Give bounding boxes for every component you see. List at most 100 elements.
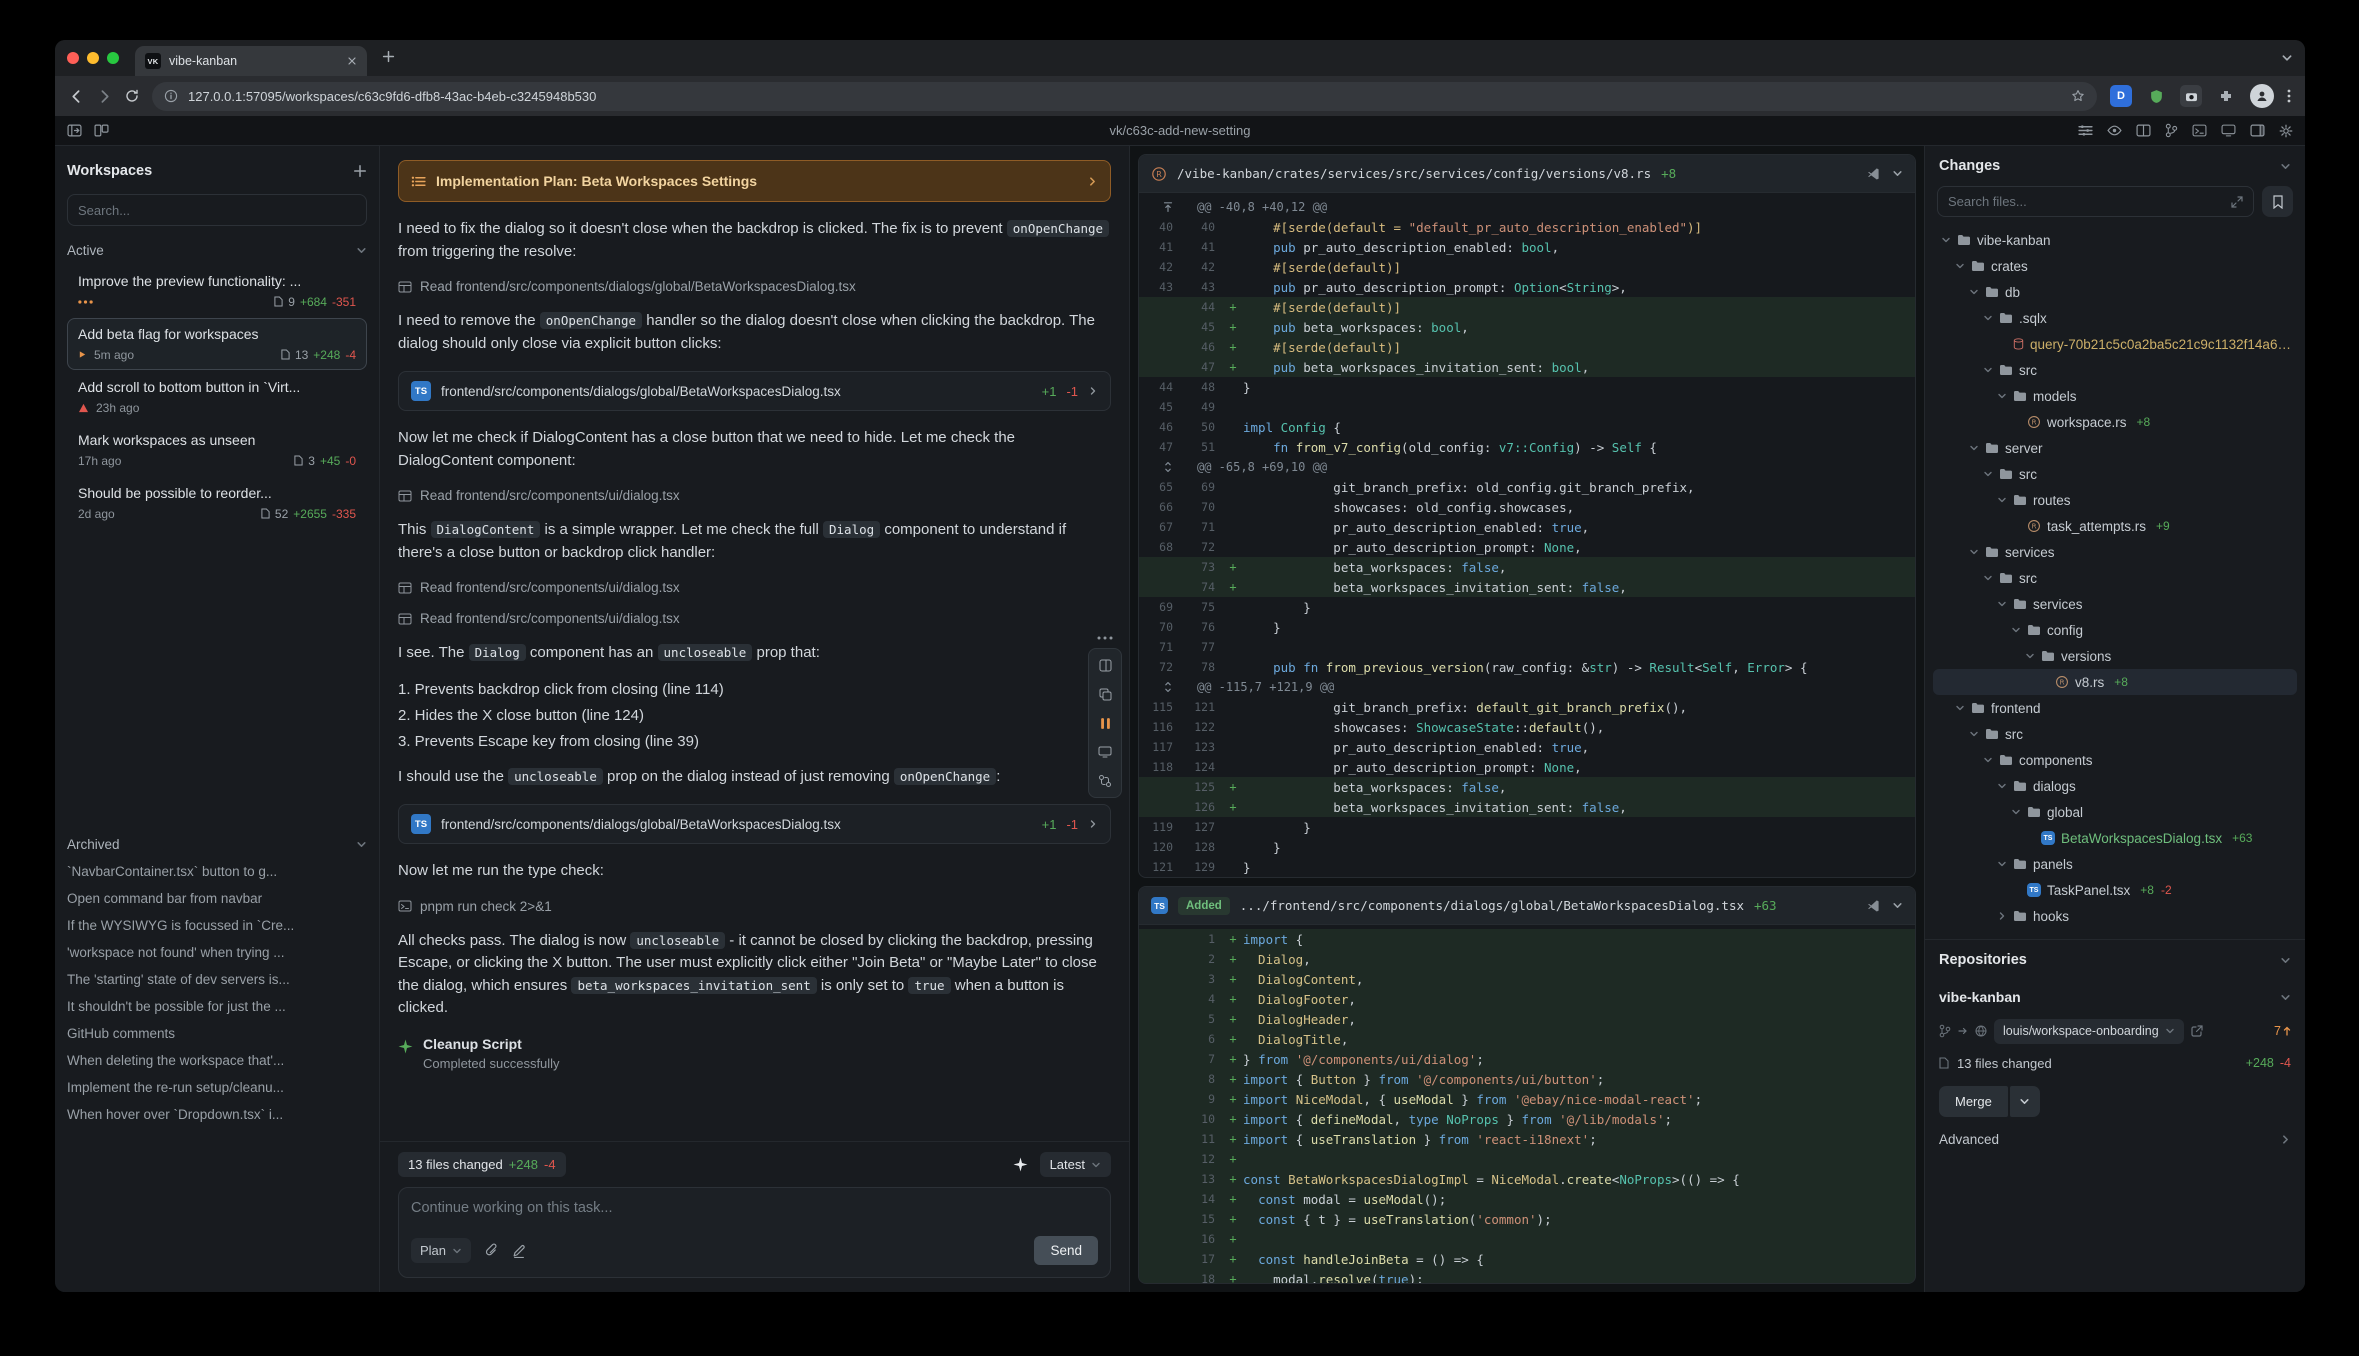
site-info-icon[interactable] <box>164 89 178 103</box>
message-input[interactable]: Continue working on this task... Plan Se… <box>398 1187 1111 1278</box>
repositories-header[interactable]: Repositories <box>1925 940 2305 980</box>
diff-line[interactable]: 65 69 git_branch_prefix: old_config.git_b… <box>1139 477 1915 497</box>
diff-line[interactable]: 42 42 #[serde(default)] <box>1139 257 1915 277</box>
pause-icon[interactable] <box>1092 710 1118 736</box>
settings-gear-icon[interactable] <box>2279 124 2293 138</box>
minimize-window-button[interactable] <box>87 52 99 64</box>
diff-line[interactable]: 9 + import NiceModal, { useModal } from '@… <box>1139 1089 1915 1109</box>
diff-line[interactable]: 10 + import { defineModal, type NoProps } … <box>1139 1109 1915 1129</box>
diff-line[interactable]: 67 71 pr_auto_description_enabled: true, <box>1139 517 1915 537</box>
preview-eye-icon[interactable] <box>2107 125 2122 136</box>
diff-line[interactable]: 13 + const BetaWorkspacesDialogImpl = Nice… <box>1139 1169 1915 1189</box>
tree-folder-row[interactable]: config <box>1933 617 2297 643</box>
diff-line[interactable]: 71 77 <box>1139 637 1915 657</box>
more-options-icon[interactable] <box>1095 634 1115 642</box>
file-search-input[interactable]: Search files... <box>1937 186 2254 217</box>
archived-item[interactable]: If the WYSIWYG is focussed in `Cre... <box>67 912 367 939</box>
diff-line[interactable]: 118 124 pr_auto_description_prompt: None, <box>1139 757 1915 777</box>
diff-content[interactable]: 1 + import {2 + Dialog, 3 + DialogContent, 4 + … <box>1139 925 1915 1283</box>
tree-folder-row[interactable]: global <box>1933 799 2297 825</box>
workspace-search-input[interactable]: Search... <box>67 194 367 226</box>
git-branch-icon[interactable] <box>2165 123 2178 138</box>
open-in-editor-icon[interactable] <box>1867 899 1880 912</box>
diff-hunk-row[interactable]: @@ -40,8 +40,12 @@ <box>1139 197 1915 217</box>
address-bar[interactable]: 127.0.0.1:57095/workspaces/c63c9fd6-dfb8… <box>152 81 2097 111</box>
tree-folder-row[interactable]: src <box>1933 721 2297 747</box>
monitor-icon[interactable] <box>1092 739 1118 765</box>
collapse-pane-icon[interactable] <box>1892 900 1903 911</box>
board-view-icon[interactable] <box>94 124 109 137</box>
forward-button[interactable] <box>97 89 112 104</box>
diff-line[interactable]: 47 51 fn from_v7_config(old_config: v7::C… <box>1139 437 1915 457</box>
diff-line[interactable]: 44 48} <box>1139 377 1915 397</box>
diff-line[interactable]: 12 + <box>1139 1149 1915 1169</box>
archived-item[interactable]: When hover over `Dropdown.tsx` i... <box>67 1101 367 1128</box>
tree-folder-row[interactable]: crates <box>1933 253 2297 279</box>
changes-header[interactable]: Changes <box>1925 146 2305 186</box>
workspace-item[interactable]: Add scroll to bottom button in `Virt... 2… <box>67 371 367 423</box>
diff-line[interactable]: 41 41 pub pr_auto_description_enabled: bo… <box>1139 237 1915 257</box>
tree-folder-row[interactable]: hooks <box>1933 903 2297 929</box>
git-compare-icon[interactable] <box>1092 768 1118 794</box>
diff-line[interactable]: 120 128 } <box>1139 837 1915 857</box>
diff-line[interactable]: 14 + const modal = useModal(); <box>1139 1189 1915 1209</box>
active-section-header[interactable]: Active <box>67 236 367 264</box>
add-workspace-button[interactable] <box>353 164 367 178</box>
advanced-row[interactable]: Advanced <box>1925 1121 2305 1157</box>
diff-line[interactable]: 8 + import { Button } from '@/components/u… <box>1139 1069 1915 1089</box>
diff-line[interactable]: 116 122 showcases: ShowcaseState::default… <box>1139 717 1915 737</box>
tree-file-row[interactable]: TS BetaWorkspacesDialog.tsx +63 <box>1933 825 2297 851</box>
diff-line[interactable]: 2 + Dialog, <box>1139 949 1915 969</box>
open-split-view-icon[interactable] <box>1092 652 1118 678</box>
diff-line[interactable]: 17 + const handleJoinBeta = () => { <box>1139 1249 1915 1269</box>
diff-line[interactable]: 45 + pub beta_workspaces: bool, <box>1139 317 1915 337</box>
terminal-icon[interactable] <box>2192 124 2207 137</box>
diff-pane-header[interactable]: R /vibe-kanban/crates/services/src/servi… <box>1139 155 1915 193</box>
diff-content[interactable]: @@ -40,8 +40,12 @@ 40 40 #[serde(default =… <box>1139 193 1915 877</box>
tree-file-row[interactable]: Rtask_attempts.rs +9 <box>1933 513 2297 539</box>
tree-folder-row[interactable]: vibe-kanban <box>1933 227 2297 253</box>
version-selector[interactable]: Latest <box>1039 1152 1111 1177</box>
edited-file-card[interactable]: TS frontend/src/components/dialogs/global… <box>398 804 1111 844</box>
send-button[interactable]: Send <box>1034 1236 1098 1265</box>
toggle-right-panel-icon[interactable] <box>2250 124 2265 137</box>
tree-folder-row[interactable]: db <box>1933 279 2297 305</box>
diff-line[interactable]: 47 + pub beta_workspaces_invitation_sent:… <box>1139 357 1915 377</box>
mode-selector[interactable]: Plan <box>411 1238 472 1263</box>
back-button[interactable] <box>69 89 84 104</box>
diff-line[interactable]: 1 + import { <box>1139 929 1915 949</box>
diff-line[interactable]: 45 49 <box>1139 397 1915 417</box>
diff-line[interactable]: 40 40 #[serde(default = "default_pr_auto_… <box>1139 217 1915 237</box>
tree-folder-row[interactable]: src <box>1933 461 2297 487</box>
diff-line[interactable]: 11 + import { useTranslation } from 'react… <box>1139 1129 1915 1149</box>
workspace-item[interactable]: Add beta flag for workspaces 5m ago 13 +248… <box>67 318 367 370</box>
archived-item[interactable]: `NavbarContainer.tsx` button to g... <box>67 858 367 885</box>
diff-line[interactable]: 46 + #[serde(default)] <box>1139 337 1915 357</box>
files-changed-chip[interactable]: 13 files changed +248 -4 <box>398 1152 566 1177</box>
repository-item[interactable]: vibe-kanban <box>1925 980 2305 1014</box>
tree-folder-row[interactable]: panels <box>1933 851 2297 877</box>
external-link-icon[interactable] <box>2191 1025 2203 1037</box>
pin-changes-button[interactable] <box>2262 186 2293 217</box>
archived-item[interactable]: The 'starting' state of dev servers is..… <box>67 966 367 993</box>
branch-selector[interactable]: louis/workspace-onboarding <box>1994 1018 2184 1044</box>
merge-options-button[interactable] <box>2009 1086 2040 1117</box>
tree-folder-row[interactable]: dialogs <box>1933 773 2297 799</box>
diff-hunk-row[interactable]: @@ -115,7 +121,9 @@ <box>1139 677 1915 697</box>
diff-line[interactable]: 3 + DialogContent, <box>1139 969 1915 989</box>
diff-line[interactable]: 121 129} <box>1139 857 1915 877</box>
tree-folder-row[interactable]: models <box>1933 383 2297 409</box>
tree-folder-row[interactable]: versions <box>1933 643 2297 669</box>
merge-button[interactable]: Merge <box>1939 1086 2008 1117</box>
tab-search-button[interactable] <box>2281 52 2293 64</box>
profile-avatar[interactable] <box>2250 84 2274 108</box>
archived-item[interactable]: When deleting the workspace that'... <box>67 1047 367 1074</box>
close-window-button[interactable] <box>67 52 79 64</box>
archived-item[interactable]: GitHub comments <box>67 1020 367 1047</box>
tree-folder-row[interactable]: services <box>1933 539 2297 565</box>
diff-line[interactable]: 119 127 } <box>1139 817 1915 837</box>
workspace-item[interactable]: Mark workspaces as unseen 17h ago 3 +45 -0 <box>67 424 367 476</box>
archived-item[interactable]: 'workspace not found' when trying ... <box>67 939 367 966</box>
browser-tab[interactable]: VK vibe-kanban <box>135 46 367 76</box>
maximize-window-button[interactable] <box>107 52 119 64</box>
